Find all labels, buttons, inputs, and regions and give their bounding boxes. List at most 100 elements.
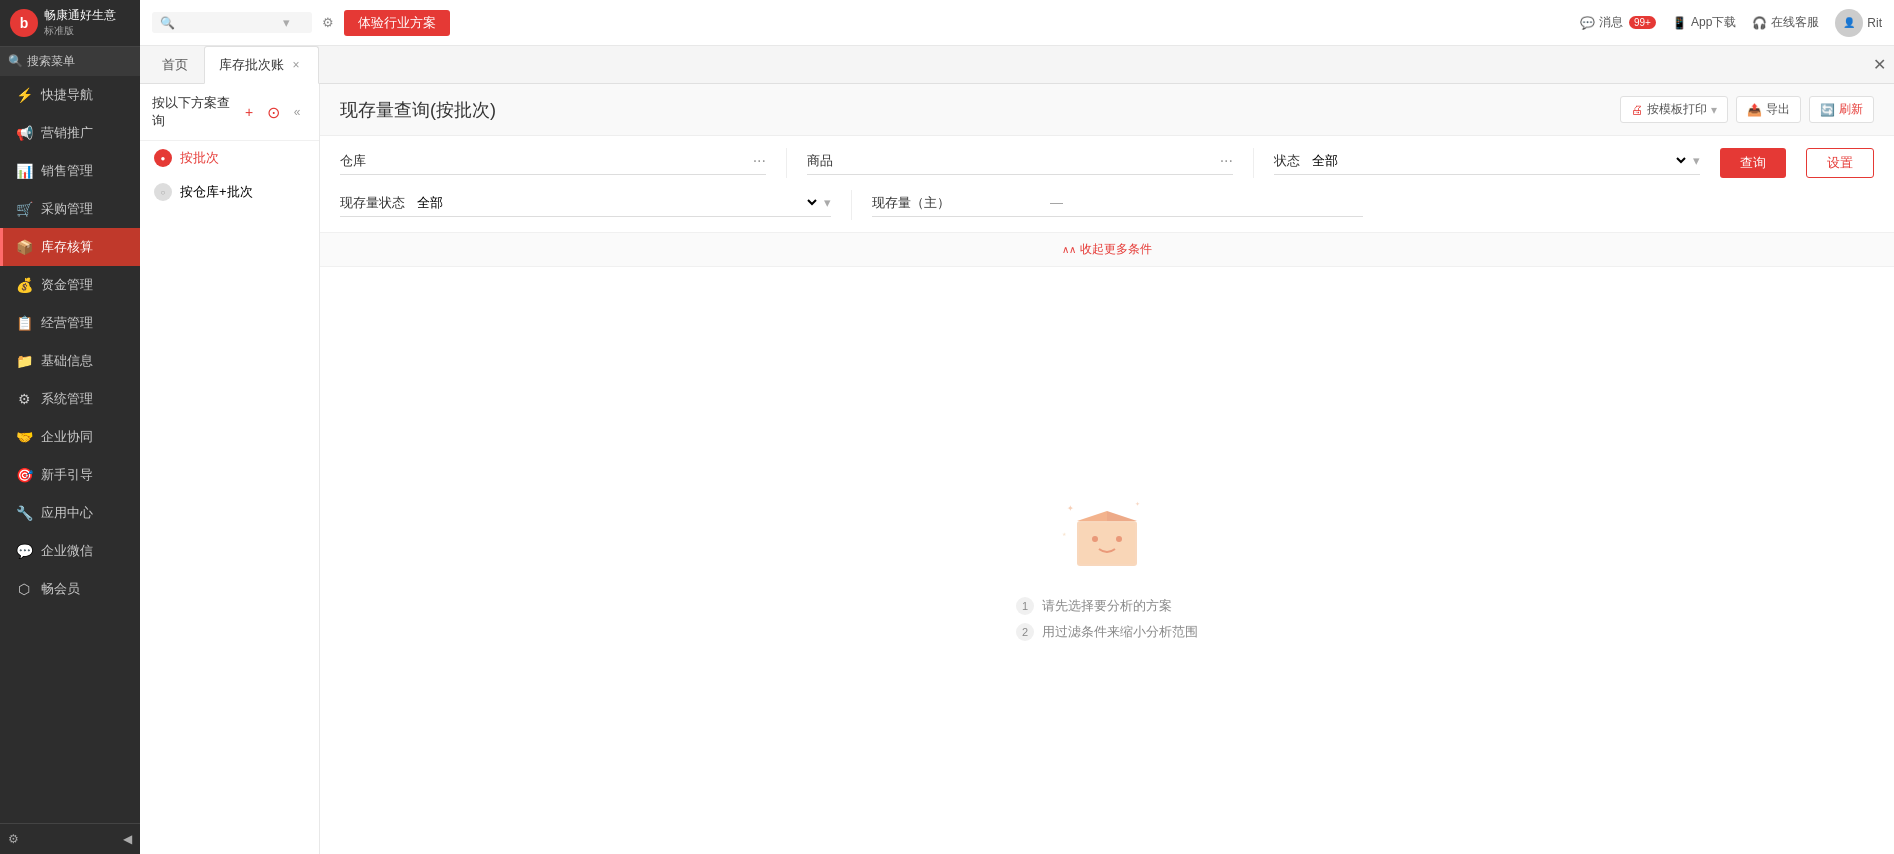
purchase-icon: 🛒 bbox=[15, 200, 33, 218]
avatar: 👤 bbox=[1835, 9, 1863, 37]
sidebar-item-label: 系统管理 bbox=[41, 390, 93, 408]
sidebar-item-label: 企业协同 bbox=[41, 428, 93, 446]
filter-product-label: 商品 bbox=[807, 152, 833, 170]
filter-stock-status-select[interactable]: 全部 有库存 无库存 bbox=[413, 194, 820, 211]
export-icon: 📤 bbox=[1747, 103, 1762, 117]
filter-warehouse-input[interactable] bbox=[374, 153, 749, 168]
marketing-icon: 📢 bbox=[15, 124, 33, 142]
sidebar-item-app-center[interactable]: 🔧 应用中心 bbox=[0, 494, 140, 532]
left-panel-header: 按以下方案查询 + ⊙ « bbox=[140, 84, 319, 141]
filter-stock-qty-field: 现存量（主） — bbox=[872, 194, 1363, 217]
sidebar-search[interactable]: 🔍 搜索菜单 bbox=[0, 47, 140, 76]
topbar-user[interactable]: 👤 Rit bbox=[1835, 9, 1882, 37]
tab-inventory-batch[interactable]: 库存批次账 × bbox=[204, 46, 319, 84]
plan-item-warehouse-batch[interactable]: ○ 按仓库+批次 bbox=[140, 175, 319, 209]
member-icon: ⬡ bbox=[15, 580, 33, 598]
sidebar-item-basic-info[interactable]: 📁 基础信息 bbox=[0, 342, 140, 380]
topbar-online-service[interactable]: 🎧 在线客服 bbox=[1752, 14, 1819, 31]
export-label: 导出 bbox=[1766, 101, 1790, 118]
page-actions: 🖨 按模板打印 ▾ 📤 导出 🔄 刷新 bbox=[1620, 96, 1874, 123]
sidebar-bottom: ⚙ ◀ bbox=[0, 823, 140, 854]
sidebar-item-purchase[interactable]: 🛒 采购管理 bbox=[0, 190, 140, 228]
query-button[interactable]: 查询 bbox=[1720, 148, 1786, 178]
filter-status-label: 状态 bbox=[1274, 152, 1300, 170]
sidebar-scroll: ⚡ 快捷导航 📢 营销推广 📊 销售管理 🛒 采购管理 📦 库存核算 💰 资金管… bbox=[0, 76, 140, 823]
settings-button[interactable]: 设置 bbox=[1806, 148, 1874, 178]
topbar-gear-icon[interactable]: ⚙ bbox=[322, 15, 334, 30]
filter-warehouse-field: 仓库 ··· bbox=[340, 152, 766, 175]
messages-label: 消息 bbox=[1599, 14, 1623, 31]
sidebar-item-sales[interactable]: 📊 销售管理 bbox=[0, 152, 140, 190]
add-plan-btn[interactable]: + bbox=[239, 102, 259, 122]
sidebar-item-label: 企业微信 bbox=[41, 542, 93, 560]
topbar-nav-button[interactable]: 体验行业方案 bbox=[344, 10, 450, 36]
filter-status-select-wrap: 状态 全部 正常 停用 ▾ bbox=[1274, 152, 1700, 175]
sidebar-item-enterprise-collab[interactable]: 🤝 企业协同 bbox=[0, 418, 140, 456]
filter-stock-qty-max[interactable] bbox=[1071, 195, 1151, 210]
collapse-left-btn[interactable]: « bbox=[287, 102, 307, 122]
main-area: 🔍 ▾ ⚙ 体验行业方案 💬 消息 99+ 📱 App下载 🎧 在线客服 👤 bbox=[140, 0, 1894, 854]
sidebar-item-member[interactable]: ⬡ 畅会员 bbox=[0, 570, 140, 608]
print-btn[interactable]: 🖨 按模板打印 ▾ bbox=[1620, 96, 1728, 123]
inventory-icon: 📦 bbox=[15, 238, 33, 256]
sidebar-item-label: 基础信息 bbox=[41, 352, 93, 370]
panel-close-btn[interactable]: ✕ bbox=[1873, 55, 1886, 74]
app-name: 畅康通好生意 bbox=[44, 8, 116, 24]
sidebar-item-label: 应用中心 bbox=[41, 504, 93, 522]
topbar-messages[interactable]: 💬 消息 99+ bbox=[1580, 14, 1656, 31]
sidebar-item-wechat[interactable]: 💬 企业微信 bbox=[0, 532, 140, 570]
empty-tips: 1 请先选择要分析的方案 2 用过滤条件来缩小分析范围 bbox=[1016, 597, 1198, 641]
print-icon: 🖨 bbox=[1631, 103, 1643, 117]
main-content: 现存量查询(按批次) 🖨 按模板打印 ▾ 📤 导出 🔄 刷新 bbox=[320, 84, 1894, 854]
status-chevron-icon: ▾ bbox=[1693, 153, 1700, 168]
empty-tip-2-text: 用过滤条件来缩小分析范围 bbox=[1042, 623, 1198, 641]
filter-divider-1 bbox=[786, 148, 787, 178]
warehouse-more-icon[interactable]: ··· bbox=[753, 152, 766, 170]
sidebar-item-management[interactable]: 📋 经营管理 bbox=[0, 304, 140, 342]
plan-settings-btn[interactable]: ⊙ bbox=[263, 102, 283, 122]
collapse-up-icon: ∧∧ bbox=[1062, 244, 1076, 255]
sidebar-search-label: 搜索菜单 bbox=[27, 53, 75, 70]
topbar-chevron-icon[interactable]: ▾ bbox=[283, 15, 290, 30]
collapse-row[interactable]: ∧∧ 收起更多条件 bbox=[320, 233, 1894, 267]
filter-stock-qty-min[interactable] bbox=[962, 195, 1042, 210]
plan-item-batch[interactable]: ● 按批次 bbox=[140, 141, 319, 175]
filter-status-select[interactable]: 全部 正常 停用 bbox=[1308, 152, 1689, 169]
sidebar-item-label: 销售管理 bbox=[41, 162, 93, 180]
topbar-app-download[interactable]: 📱 App下载 bbox=[1672, 14, 1736, 31]
settings-bottom-icon: ⚙ bbox=[8, 832, 19, 846]
sidebar-item-label: 资金管理 bbox=[41, 276, 93, 294]
app-download-label: App下载 bbox=[1691, 14, 1736, 31]
topbar-search-box[interactable]: 🔍 ▾ bbox=[152, 12, 312, 33]
refresh-btn[interactable]: 🔄 刷新 bbox=[1809, 96, 1874, 123]
sidebar-item-finance[interactable]: 💰 资金管理 bbox=[0, 266, 140, 304]
plan-label-batch: 按批次 bbox=[180, 149, 219, 167]
sidebar-item-system[interactable]: ⚙ 系统管理 bbox=[0, 380, 140, 418]
settings-bottom-btn[interactable]: ⚙ bbox=[8, 832, 19, 846]
sidebar-item-quick-nav[interactable]: ⚡ 快捷导航 bbox=[0, 76, 140, 114]
page-title: 现存量查询(按批次) bbox=[340, 98, 496, 122]
empty-tip-1-text: 请先选择要分析的方案 bbox=[1042, 597, 1172, 615]
tab-close-icon[interactable]: × bbox=[288, 57, 304, 73]
tab-home[interactable]: 首页 bbox=[148, 46, 202, 84]
sidebar-logo: b 畅康通好生意 标准版 bbox=[0, 0, 140, 47]
filter-stock-status-wrap: 现存量状态 全部 有库存 无库存 ▾ bbox=[340, 194, 831, 217]
app-name-block: 畅康通好生意 标准版 bbox=[44, 8, 116, 38]
empty-state: ✦ ✦ ★ 1 请先选择要分析的方案 2 用过滤条件来缩小分析范围 bbox=[320, 267, 1894, 854]
sidebar-item-marketing[interactable]: 📢 营销推广 bbox=[0, 114, 140, 152]
filter-product-input[interactable] bbox=[841, 153, 1216, 168]
filter-row-2: 现存量状态 全部 有库存 无库存 ▾ 现存量 bbox=[340, 190, 1874, 220]
plan-icon-active: ● bbox=[154, 149, 172, 167]
message-icon: 💬 bbox=[1580, 16, 1595, 30]
sidebar-item-beginner[interactable]: 🎯 新手引导 bbox=[0, 456, 140, 494]
service-label: 在线客服 bbox=[1771, 14, 1819, 31]
topbar-search-input[interactable] bbox=[179, 16, 279, 30]
search-icon: 🔍 bbox=[8, 54, 23, 68]
product-more-icon[interactable]: ··· bbox=[1220, 152, 1233, 170]
export-btn[interactable]: 📤 导出 bbox=[1736, 96, 1801, 123]
collapse-sidebar-btn[interactable]: ◀ bbox=[123, 832, 132, 846]
sidebar-item-inventory[interactable]: 📦 库存核算 bbox=[0, 228, 140, 266]
svg-marker-2 bbox=[1107, 511, 1137, 521]
svg-marker-1 bbox=[1077, 511, 1107, 521]
sidebar-item-label: 快捷导航 bbox=[41, 86, 93, 104]
